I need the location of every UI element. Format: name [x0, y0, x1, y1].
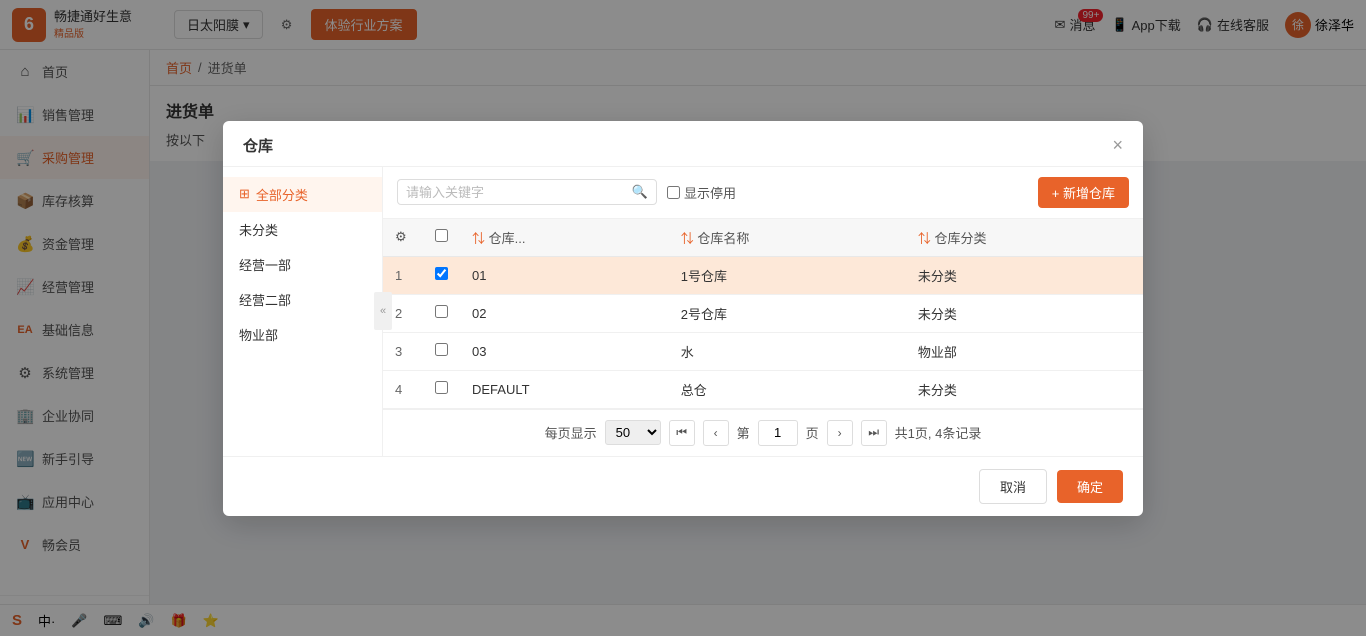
row-category: 物业部 [906, 332, 1143, 370]
search-icon[interactable]: 🔍 [632, 184, 648, 200]
row-code: 03 [460, 332, 669, 370]
row-num: 1 [383, 256, 423, 294]
modal-close-button[interactable]: × [1112, 135, 1123, 156]
table-body: 1 01 1号仓库 未分类 2 02 2号仓库 [383, 256, 1143, 408]
row-name: 水 [669, 332, 906, 370]
col-checkbox [423, 219, 460, 257]
prev-page-button[interactable]: ‹ [703, 420, 729, 446]
category-property[interactable]: 物业部 [223, 317, 382, 352]
select-all-checkbox[interactable] [435, 229, 448, 242]
page-size-select[interactable]: 50 10 20 100 [605, 420, 661, 445]
show-disabled-text: 显示停用 [684, 183, 736, 202]
table-header: ⚙ ⇅ 仓库... ⇅ 仓库名称 [383, 219, 1143, 257]
category-ops2-label: 经营二部 [239, 290, 291, 309]
table-panel: 🔍 显示停用 + 新增仓库 ⚙ [383, 167, 1143, 456]
col-name-label: 仓库名称 [697, 231, 749, 246]
row-num: 3 [383, 332, 423, 370]
sort-icon: ⇅ [472, 231, 485, 246]
category-ops1[interactable]: 经营一部 [223, 247, 382, 282]
cancel-button[interactable]: 取消 [979, 469, 1047, 504]
warehouse-modal: 仓库 × ⊞ 全部分类 未分类 经营一部 经营二部 [223, 121, 1143, 516]
total-info: 共1页, 4条记录 [895, 423, 982, 442]
col-code-label: 仓库... [489, 231, 526, 246]
search-input[interactable] [406, 185, 628, 200]
row-name: 总仓 [669, 370, 906, 408]
search-input-wrap: 🔍 [397, 179, 657, 205]
row-category: 未分类 [906, 256, 1143, 294]
pagination: 每页显示 50 10 20 100 ⏮ ‹ 第 页 › ⏭ 共1页, 4条记录 [383, 409, 1143, 456]
warehouse-table: ⚙ ⇅ 仓库... ⇅ 仓库名称 [383, 219, 1143, 409]
row-category: 未分类 [906, 370, 1143, 408]
first-page-button[interactable]: ⏮ [669, 420, 695, 446]
table-row[interactable]: 1 01 1号仓库 未分类 [383, 256, 1143, 294]
col-code[interactable]: ⇅ 仓库... [460, 219, 669, 257]
collapse-panel-button[interactable]: « [374, 292, 392, 330]
col-settings: ⚙ [383, 219, 423, 257]
category-all-label: 全部分类 [256, 185, 308, 204]
col-name[interactable]: ⇅ 仓库名称 [669, 219, 906, 257]
sort-icon2: ⇅ [681, 231, 694, 246]
row-code: DEFAULT [460, 370, 669, 408]
table-row[interactable]: 4 DEFAULT 总仓 未分类 [383, 370, 1143, 408]
modal-header: 仓库 × [223, 121, 1143, 167]
modal-overlay[interactable]: 仓库 × ⊞ 全部分类 未分类 经营一部 经营二部 [0, 0, 1366, 636]
row-name: 1号仓库 [669, 256, 906, 294]
right-toolbar: 🔍 显示停用 + 新增仓库 [383, 167, 1143, 219]
row-code: 01 [460, 256, 669, 294]
row-checkbox[interactable] [423, 256, 460, 294]
category-ops2[interactable]: 经营二部 [223, 282, 382, 317]
modal-body: ⊞ 全部分类 未分类 经营一部 经营二部 物业部 « [223, 167, 1143, 456]
warehouse-table-wrap: ⚙ ⇅ 仓库... ⇅ 仓库名称 [383, 219, 1143, 409]
table-row[interactable]: 3 03 水 物业部 [383, 332, 1143, 370]
row-num: 4 [383, 370, 423, 408]
grid-icon: ⊞ [239, 186, 250, 202]
sort-icon3: ⇅ [918, 231, 931, 246]
modal-footer: 取消 确定 [223, 456, 1143, 516]
table-row[interactable]: 2 02 2号仓库 未分类 [383, 294, 1143, 332]
category-property-label: 物业部 [239, 325, 278, 344]
category-ops1-label: 经营一部 [239, 255, 291, 274]
add-warehouse-button[interactable]: + 新增仓库 [1038, 177, 1129, 208]
row-name: 2号仓库 [669, 294, 906, 332]
category-unsorted-label: 未分类 [239, 220, 278, 239]
page-number-input[interactable] [758, 420, 798, 446]
show-disabled-label[interactable]: 显示停用 [667, 183, 736, 202]
row-checkbox[interactable] [423, 332, 460, 370]
row-checkbox[interactable] [423, 294, 460, 332]
page-unit: 页 [806, 423, 819, 442]
show-disabled-checkbox[interactable] [667, 186, 680, 199]
modal-title: 仓库 [243, 135, 273, 156]
confirm-button[interactable]: 确定 [1057, 470, 1123, 503]
col-category-label: 仓库分类 [935, 231, 987, 246]
page-label: 第 [737, 423, 750, 442]
row-code: 02 [460, 294, 669, 332]
category-panel: ⊞ 全部分类 未分类 经营一部 经营二部 物业部 « [223, 167, 383, 456]
col-category[interactable]: ⇅ 仓库分类 [906, 219, 1143, 257]
category-unsorted[interactable]: 未分类 [223, 212, 382, 247]
row-category: 未分类 [906, 294, 1143, 332]
per-page-label: 每页显示 [545, 423, 597, 442]
next-page-button[interactable]: › [827, 420, 853, 446]
row-checkbox[interactable] [423, 370, 460, 408]
category-all[interactable]: ⊞ 全部分类 [223, 177, 382, 212]
last-page-button[interactable]: ⏭ [861, 420, 887, 446]
